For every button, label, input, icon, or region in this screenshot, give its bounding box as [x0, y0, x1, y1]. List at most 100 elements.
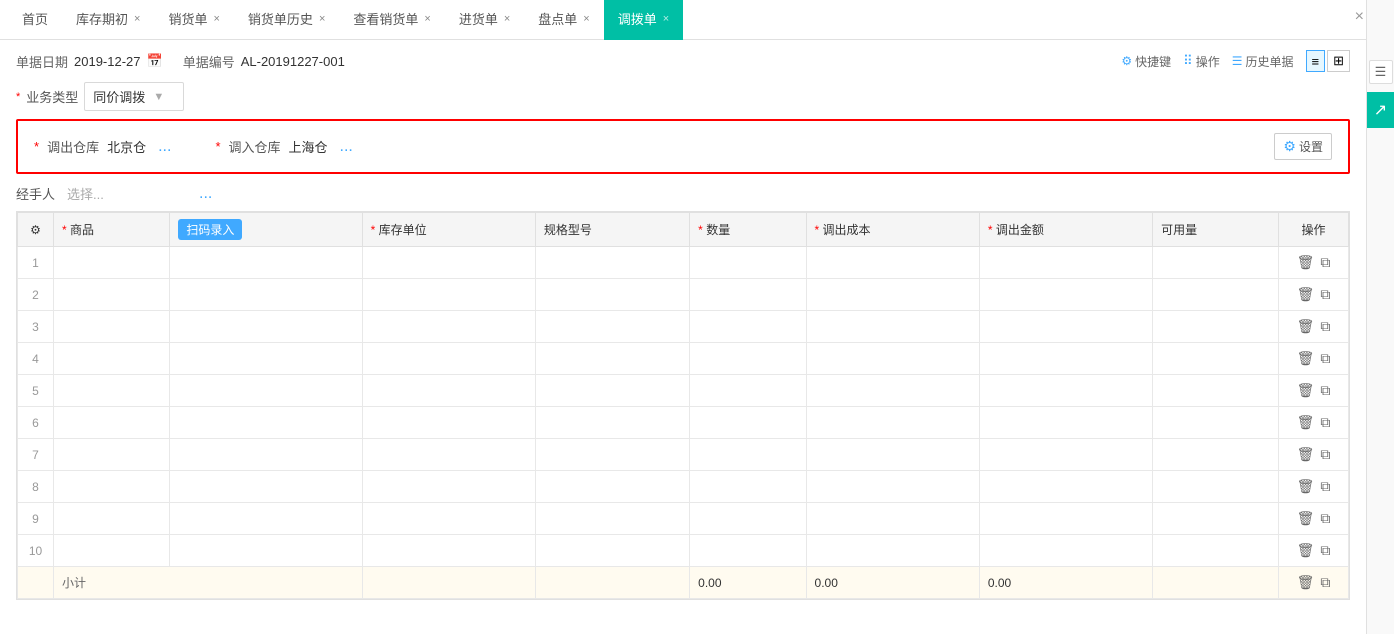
cell-qty[interactable]: [690, 407, 806, 439]
scan-button[interactable]: 扫码录入: [178, 219, 242, 240]
sidebar-list-button[interactable]: ☰: [1369, 60, 1393, 84]
tab-home[interactable]: 首页: [8, 0, 62, 40]
cell-cost[interactable]: [806, 279, 979, 311]
cell-cost[interactable]: [806, 471, 979, 503]
tab-stock-init-close[interactable]: ×: [134, 13, 140, 25]
cell-amount[interactable]: [979, 375, 1152, 407]
tab-sales-order-close[interactable]: ×: [213, 13, 219, 25]
cell-qty[interactable]: [690, 343, 806, 375]
cell-product[interactable]: [54, 279, 170, 311]
delete-icon[interactable]: 🗑: [1297, 318, 1315, 335]
delete-icon[interactable]: 🗑: [1297, 574, 1315, 591]
delete-icon[interactable]: 🗑: [1297, 446, 1315, 463]
cell-amount[interactable]: [979, 471, 1152, 503]
cell-unit: [362, 375, 535, 407]
copy-icon[interactable]: ⧉: [1320, 254, 1330, 271]
cell-qty[interactable]: [690, 311, 806, 343]
cell-product[interactable]: [54, 343, 170, 375]
cell-qty[interactable]: [690, 279, 806, 311]
settings-button[interactable]: ⚙ 设置: [1274, 133, 1332, 160]
cell-amount[interactable]: [979, 503, 1152, 535]
cell-amount[interactable]: [979, 407, 1152, 439]
tab-sales-history-close[interactable]: ×: [319, 13, 325, 25]
cell-amount[interactable]: [979, 343, 1152, 375]
history-button[interactable]: ☰ 历史单据: [1232, 53, 1294, 70]
copy-icon[interactable]: ⧉: [1320, 574, 1330, 591]
delete-icon[interactable]: 🗑: [1297, 382, 1315, 399]
manager-select[interactable]: 选择...: [67, 184, 187, 203]
cell-product[interactable]: [54, 471, 170, 503]
tab-transfer-order-close[interactable]: ×: [663, 13, 669, 25]
cell-cost[interactable]: [806, 407, 979, 439]
delete-icon[interactable]: 🗑: [1297, 510, 1315, 527]
cell-cost[interactable]: [806, 247, 979, 279]
cell-cost[interactable]: [806, 535, 979, 567]
tab-view-sales-close[interactable]: ×: [424, 13, 430, 25]
shortcuts-button[interactable]: ⚙ 快捷键: [1121, 53, 1171, 70]
list-view-button[interactable]: ≡: [1306, 50, 1326, 72]
delete-icon[interactable]: 🗑: [1297, 350, 1315, 367]
business-type-select[interactable]: 同价调拨 ▼: [84, 82, 184, 111]
copy-icon[interactable]: ⧉: [1320, 478, 1330, 495]
cell-product[interactable]: [54, 247, 170, 279]
tab-inventory-check[interactable]: 盘点单 ×: [524, 0, 603, 40]
delete-icon[interactable]: 🗑: [1297, 478, 1315, 495]
cell-product[interactable]: [54, 311, 170, 343]
cell-amount[interactable]: [979, 279, 1152, 311]
cell-product[interactable]: [54, 535, 170, 567]
sidebar-export-button[interactable]: ↗: [1367, 92, 1394, 128]
table-row: 5 🗑 ⧉: [18, 375, 1349, 407]
copy-icon[interactable]: ⧉: [1320, 286, 1330, 303]
cell-product[interactable]: [54, 407, 170, 439]
cell-cost[interactable]: [806, 439, 979, 471]
view-toggle: ≡ ⊞: [1306, 50, 1351, 72]
cell-qty[interactable]: [690, 471, 806, 503]
cell-qty[interactable]: [690, 439, 806, 471]
col-settings[interactable]: ⚙: [18, 213, 54, 247]
copy-icon[interactable]: ⧉: [1320, 350, 1330, 367]
cell-amount[interactable]: [979, 439, 1152, 471]
cell-product[interactable]: [54, 375, 170, 407]
copy-icon[interactable]: ⧉: [1320, 318, 1330, 335]
copy-icon[interactable]: ⧉: [1320, 414, 1330, 431]
docnum-value: AL-20191227-001: [241, 54, 345, 69]
cell-qty[interactable]: [690, 503, 806, 535]
cell-product[interactable]: [54, 503, 170, 535]
tab-stock-init[interactable]: 库存期初 ×: [62, 0, 154, 40]
delete-icon[interactable]: 🗑: [1297, 254, 1315, 271]
tab-sales-order[interactable]: 销货单 ×: [154, 0, 233, 40]
operations-button[interactable]: ⠿ 操作: [1183, 53, 1220, 70]
tab-transfer-order[interactable]: 调拨单 ×: [604, 0, 683, 40]
copy-icon[interactable]: ⧉: [1320, 542, 1330, 559]
cell-amount[interactable]: [979, 311, 1152, 343]
delete-icon[interactable]: 🗑: [1297, 286, 1315, 303]
target-warehouse-dots[interactable]: ...: [336, 138, 357, 156]
manager-row: 经手人 选择... ...: [16, 184, 1350, 203]
cell-qty[interactable]: [690, 535, 806, 567]
tab-inventory-check-close[interactable]: ×: [583, 13, 589, 25]
tab-view-sales[interactable]: 查看销货单 ×: [339, 0, 444, 40]
calendar-icon[interactable]: 📅: [147, 53, 163, 69]
manager-label: 经手人: [16, 184, 55, 203]
copy-icon[interactable]: ⧉: [1320, 510, 1330, 527]
cell-cost[interactable]: [806, 311, 979, 343]
cell-qty[interactable]: [690, 247, 806, 279]
cell-cost[interactable]: [806, 343, 979, 375]
delete-icon[interactable]: 🗑: [1297, 542, 1315, 559]
cell-cost[interactable]: [806, 503, 979, 535]
source-warehouse-dots[interactable]: ...: [154, 138, 175, 156]
copy-icon[interactable]: ⧉: [1320, 382, 1330, 399]
close-all-button[interactable]: ×: [1355, 8, 1364, 26]
cell-amount[interactable]: [979, 535, 1152, 567]
delete-icon[interactable]: 🗑: [1297, 414, 1315, 431]
cell-qty[interactable]: [690, 375, 806, 407]
copy-icon[interactable]: ⧉: [1320, 446, 1330, 463]
tab-purchase-order-close[interactable]: ×: [504, 13, 510, 25]
manager-dots[interactable]: ...: [195, 185, 216, 203]
cell-cost[interactable]: [806, 375, 979, 407]
grid-view-button[interactable]: ⊞: [1327, 50, 1350, 72]
cell-product[interactable]: [54, 439, 170, 471]
tab-purchase-order[interactable]: 进货单 ×: [445, 0, 524, 40]
tab-sales-history[interactable]: 销货单历史 ×: [234, 0, 339, 40]
cell-amount[interactable]: [979, 247, 1152, 279]
